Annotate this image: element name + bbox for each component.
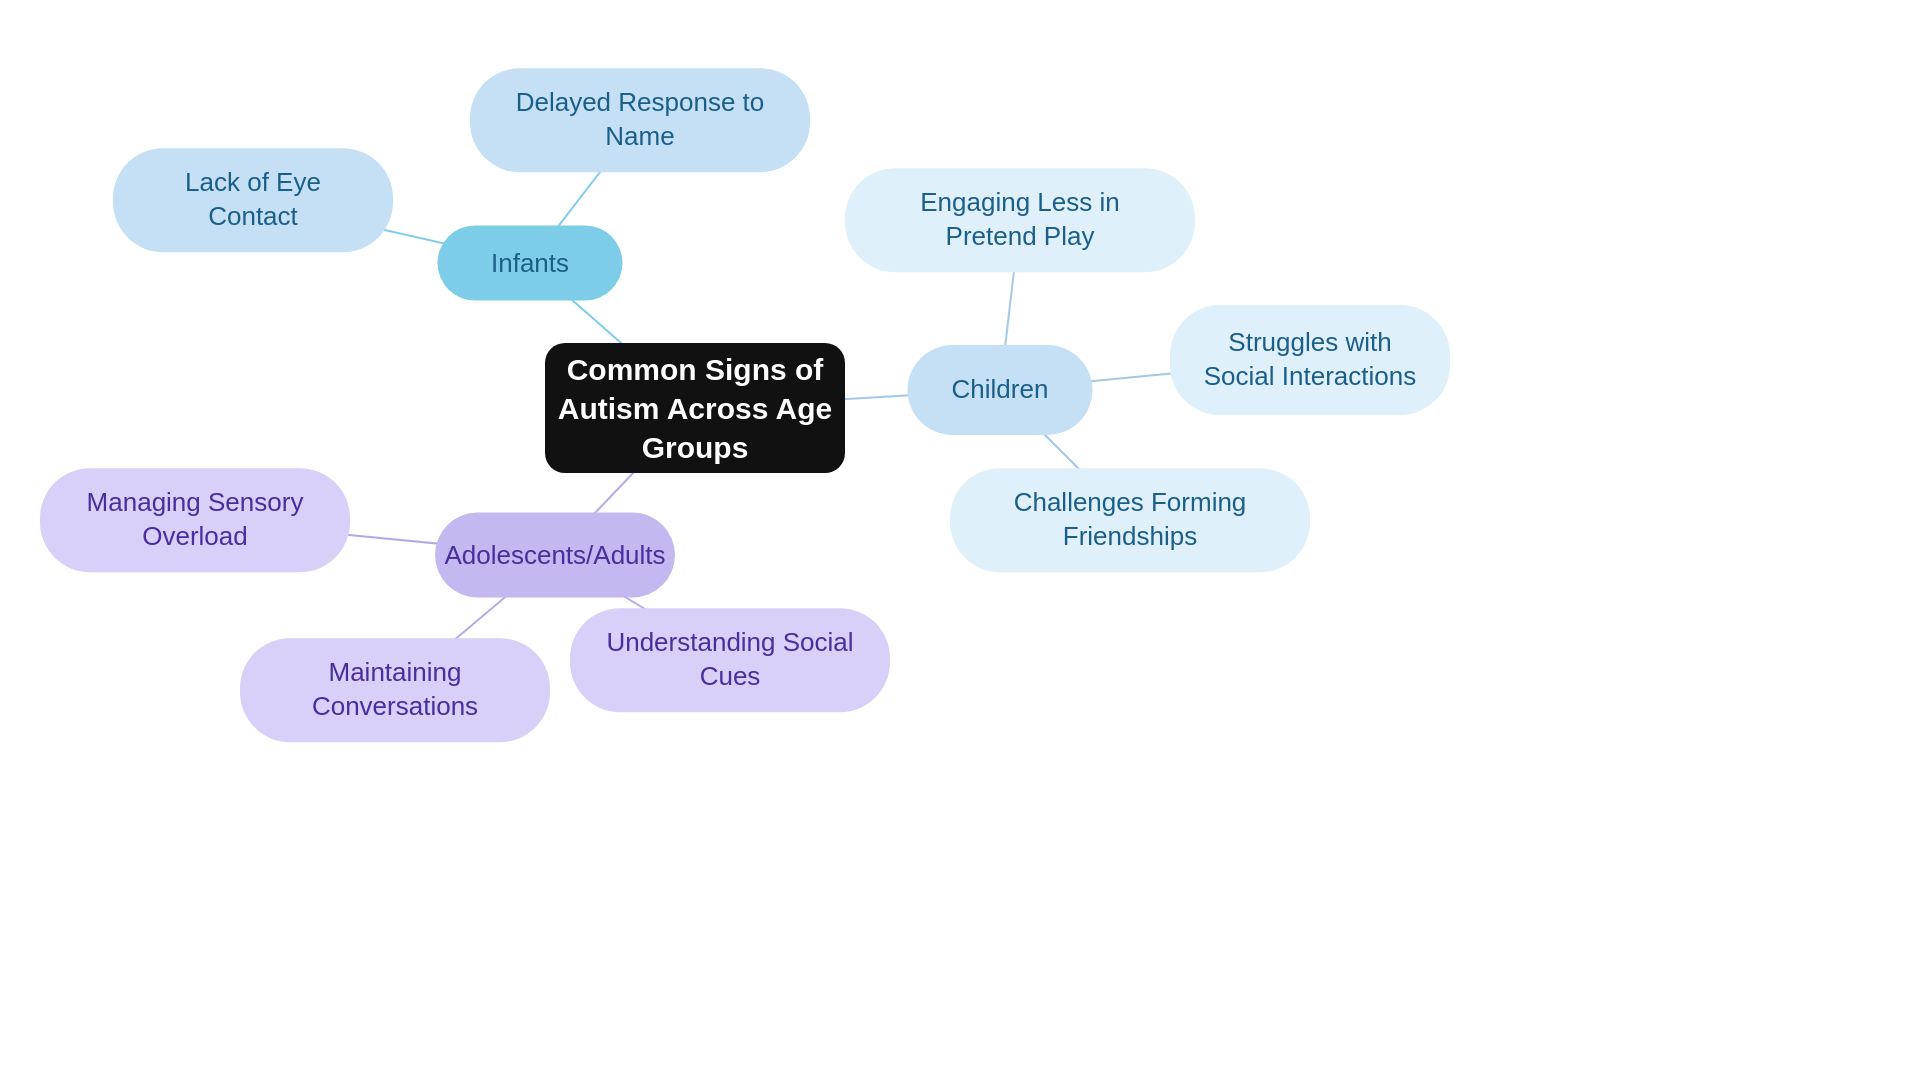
delayed-response-node[interactable]: Delayed Response to Name — [470, 68, 810, 172]
adolescents-node[interactable]: Adolescents/Adults — [435, 513, 675, 598]
understanding-social-node[interactable]: Understanding Social Cues — [570, 608, 890, 712]
challenges-friendships-node[interactable]: Challenges Forming Friendships — [950, 468, 1310, 572]
children-node[interactable]: Children — [908, 345, 1093, 435]
lack-eye-contact-node[interactable]: Lack of Eye Contact — [113, 148, 393, 252]
managing-sensory-node[interactable]: Managing Sensory Overload — [40, 468, 350, 572]
infants-node[interactable]: Infants — [438, 226, 623, 301]
engaging-pretend-node[interactable]: Engaging Less in Pretend Play — [845, 168, 1195, 272]
center-node[interactable]: Common Signs of Autism Across Age Groups — [545, 343, 845, 473]
maintaining-conversations-node[interactable]: Maintaining Conversations — [240, 638, 550, 742]
struggles-social-node[interactable]: Struggles with Social Interactions — [1170, 305, 1450, 415]
